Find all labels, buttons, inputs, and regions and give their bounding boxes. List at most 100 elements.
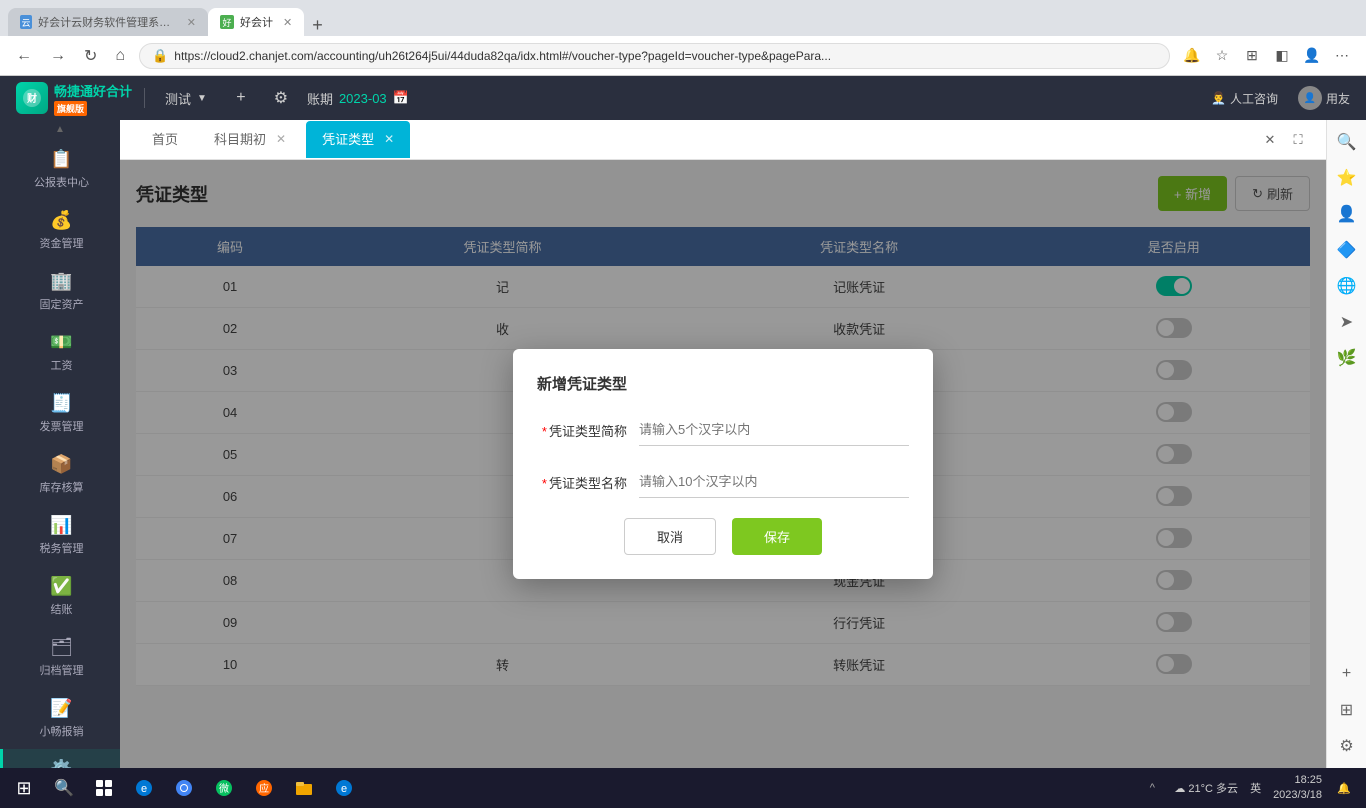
name-form-row: *凭证类型名称 [537, 466, 909, 498]
taskbar-app-1[interactable] [88, 772, 120, 804]
notification-button[interactable]: 🔔 [1330, 774, 1358, 802]
sidebar-item-inventory[interactable]: 📦 库存核算 [0, 444, 120, 505]
profile-icon[interactable]: 👤 [1300, 44, 1324, 68]
taskbar-app-wechat[interactable]: 微 [208, 772, 240, 804]
required-star-1: * [542, 424, 547, 439]
sidebar-item-salary[interactable]: 💵 工资 [0, 322, 120, 383]
scroll-up[interactable]: ▲ [0, 120, 120, 139]
period-label: 账期 [307, 89, 333, 108]
taskbar-systray: ^ ☁ 21°C 多云 英 18:25 2023/3/18 🔔 [1138, 773, 1358, 804]
rp-arrow-icon[interactable]: ➤ [1333, 308, 1361, 336]
tab-close-2[interactable]: ✕ [283, 16, 292, 29]
user-avatar: 👤 [1298, 86, 1322, 110]
systray-chevron[interactable]: ^ [1138, 774, 1166, 802]
sidebar-item-settle[interactable]: ✅ 结账 [0, 566, 120, 627]
rp-user-icon[interactable]: 👤 [1333, 200, 1361, 228]
tab-voucher-close[interactable]: ✕ [384, 132, 394, 146]
tab-panel-maximize[interactable]: ⛶ [1286, 128, 1310, 152]
svg-text:财: 财 [26, 92, 37, 105]
dialog-title: 新增凭证类型 [537, 373, 909, 394]
user-area[interactable]: 👤 用友 [1298, 86, 1350, 110]
tab-home[interactable]: 首页 [136, 121, 194, 158]
address-bar: ← → ↻ ⌂ 🔒 https://cloud2.chanjet.com/acc… [0, 36, 1366, 76]
new-tab-button[interactable]: + [304, 15, 331, 36]
bookmark-icon[interactable]: ☆ [1210, 44, 1234, 68]
sidebar-item-label-expense: 小畅报销 [40, 723, 84, 739]
taskbar-app-edge[interactable]: e [128, 772, 160, 804]
taskbar-weather: ☁ 21°C 多云 [1174, 780, 1238, 796]
extensions-icon[interactable]: 🔔 [1180, 44, 1204, 68]
tab-favicon-1: 云 [20, 15, 32, 29]
logo-icon: 财 [16, 82, 48, 114]
cancel-button[interactable]: 取消 [624, 518, 716, 555]
required-star-2: * [542, 476, 547, 491]
workspace-selector[interactable]: 测试 ▼ [157, 85, 215, 112]
back-button[interactable]: ← [12, 43, 36, 69]
archive-icon: 🗂 [50, 637, 73, 658]
rp-star-icon[interactable]: ⭐ [1333, 164, 1361, 192]
rp-outlook-icon[interactable]: 🌐 [1333, 272, 1361, 300]
sidebar-item-label-salary: 工资 [51, 357, 73, 373]
calendar-icon[interactable]: 📅 [393, 90, 409, 106]
rp-table-icon[interactable]: ⊞ [1333, 696, 1361, 724]
forward-button[interactable]: → [46, 43, 70, 69]
divider-1 [144, 88, 145, 108]
sidebar-icon[interactable]: ◧ [1270, 44, 1294, 68]
app-header: 财 畅捷通好合计 旗舰版 测试 ▼ + ⚙ 账期 2023-03 📅 👨‍💼 人… [0, 76, 1366, 120]
rp-leaf-icon[interactable]: 🌿 [1333, 344, 1361, 372]
support-button[interactable]: 👨‍💼 人工咨询 [1203, 86, 1286, 111]
sidebar-item-expense[interactable]: 📝 小畅报销 [0, 688, 120, 749]
taskbar-search-button[interactable]: 🔍 [48, 772, 80, 804]
add-voucher-dialog: 新增凭证类型 *凭证类型简称 *凭证类型名称 [513, 349, 933, 579]
name-input[interactable] [639, 466, 909, 498]
add-workspace-button[interactable]: + [227, 84, 255, 112]
sidebar-item-tax[interactable]: 📊 税务管理 [0, 505, 120, 566]
address-actions: 🔔 ☆ ⊞ ◧ 👤 ⋯ [1180, 44, 1354, 68]
rp-add-icon[interactable]: + [1333, 660, 1361, 688]
sidebar-item-basic-settings[interactable]: ⚙️ 基础设置 [0, 749, 120, 768]
taskbar-lang[interactable]: 英 [1246, 780, 1265, 796]
browser-tab-2[interactable]: 好 好会计 ✕ [208, 8, 304, 36]
tab-subject-close[interactable]: ✕ [276, 132, 286, 146]
home-button[interactable]: ⌂ [111, 43, 129, 69]
start-button[interactable]: ⊞ [8, 772, 40, 804]
refresh-button[interactable]: ↻ [80, 42, 101, 70]
svg-text:e: e [141, 783, 147, 795]
browser-tab-1[interactable]: 云 好会计云财务软件管理系统_会计 ✕ [8, 8, 208, 36]
sidebar-item-notice-center[interactable]: 📋 公报表中心 [0, 139, 120, 200]
url-box[interactable]: 🔒 https://cloud2.chanjet.com/accounting/… [139, 43, 1170, 69]
sidebar-item-capital[interactable]: 💰 资金管理 [0, 200, 120, 261]
tab-home-label: 首页 [152, 129, 178, 148]
tab-subject-init[interactable]: 科目期初 ✕ [198, 121, 302, 158]
save-button[interactable]: 保存 [732, 518, 822, 555]
tab-voucher-type[interactable]: 凭证类型 ✕ [306, 121, 410, 158]
sidebar-item-fixed-assets[interactable]: 🏢 固定资产 [0, 261, 120, 322]
taskbar-app-4[interactable]: 应 [248, 772, 280, 804]
taskbar-app-chrome[interactable] [168, 772, 200, 804]
tab-close-1[interactable]: ✕ [187, 16, 196, 29]
main-layout: ▲ 📋 公报表中心 💰 资金管理 🏢 固定资产 💵 工资 🧾 发票管理 [0, 120, 1366, 768]
support-label: 人工咨询 [1230, 90, 1278, 107]
tab-panel-close[interactable]: ✕ [1258, 128, 1282, 152]
tab-grid-icon[interactable]: ⊞ [1240, 44, 1264, 68]
sidebar-item-archive[interactable]: 🗂 归档管理 [0, 627, 120, 688]
taskbar-app-edge2[interactable]: e [328, 772, 360, 804]
sidebar-item-invoice[interactable]: 🧾 发票管理 [0, 383, 120, 444]
menu-icon[interactable]: ⋯ [1330, 44, 1354, 68]
abbr-input[interactable] [639, 414, 909, 446]
workspace-label: 测试 [165, 89, 191, 108]
taskbar-app-folder[interactable] [288, 772, 320, 804]
tax-icon: 📊 [50, 515, 72, 536]
settings-icon[interactable]: ⚙ [267, 84, 295, 112]
tab-label-2: 好会计 [240, 14, 273, 30]
taskbar-date-value: 2023/3/18 [1273, 788, 1322, 803]
svg-text:微: 微 [219, 782, 229, 795]
expense-icon: 📝 [50, 698, 72, 719]
rp-puzzle-icon[interactable]: 🔷 [1333, 236, 1361, 264]
invoice-icon: 🧾 [50, 393, 72, 414]
content-area: 首页 科目期初 ✕ 凭证类型 ✕ ✕ ⛶ 凭证类型 [120, 120, 1326, 768]
name-label: *凭证类型名称 [537, 473, 627, 492]
rp-search-icon[interactable]: 🔍 [1333, 128, 1361, 156]
tab-label-1: 好会计云财务软件管理系统_会计 [38, 14, 177, 30]
rp-settings-icon[interactable]: ⚙ [1333, 732, 1361, 760]
